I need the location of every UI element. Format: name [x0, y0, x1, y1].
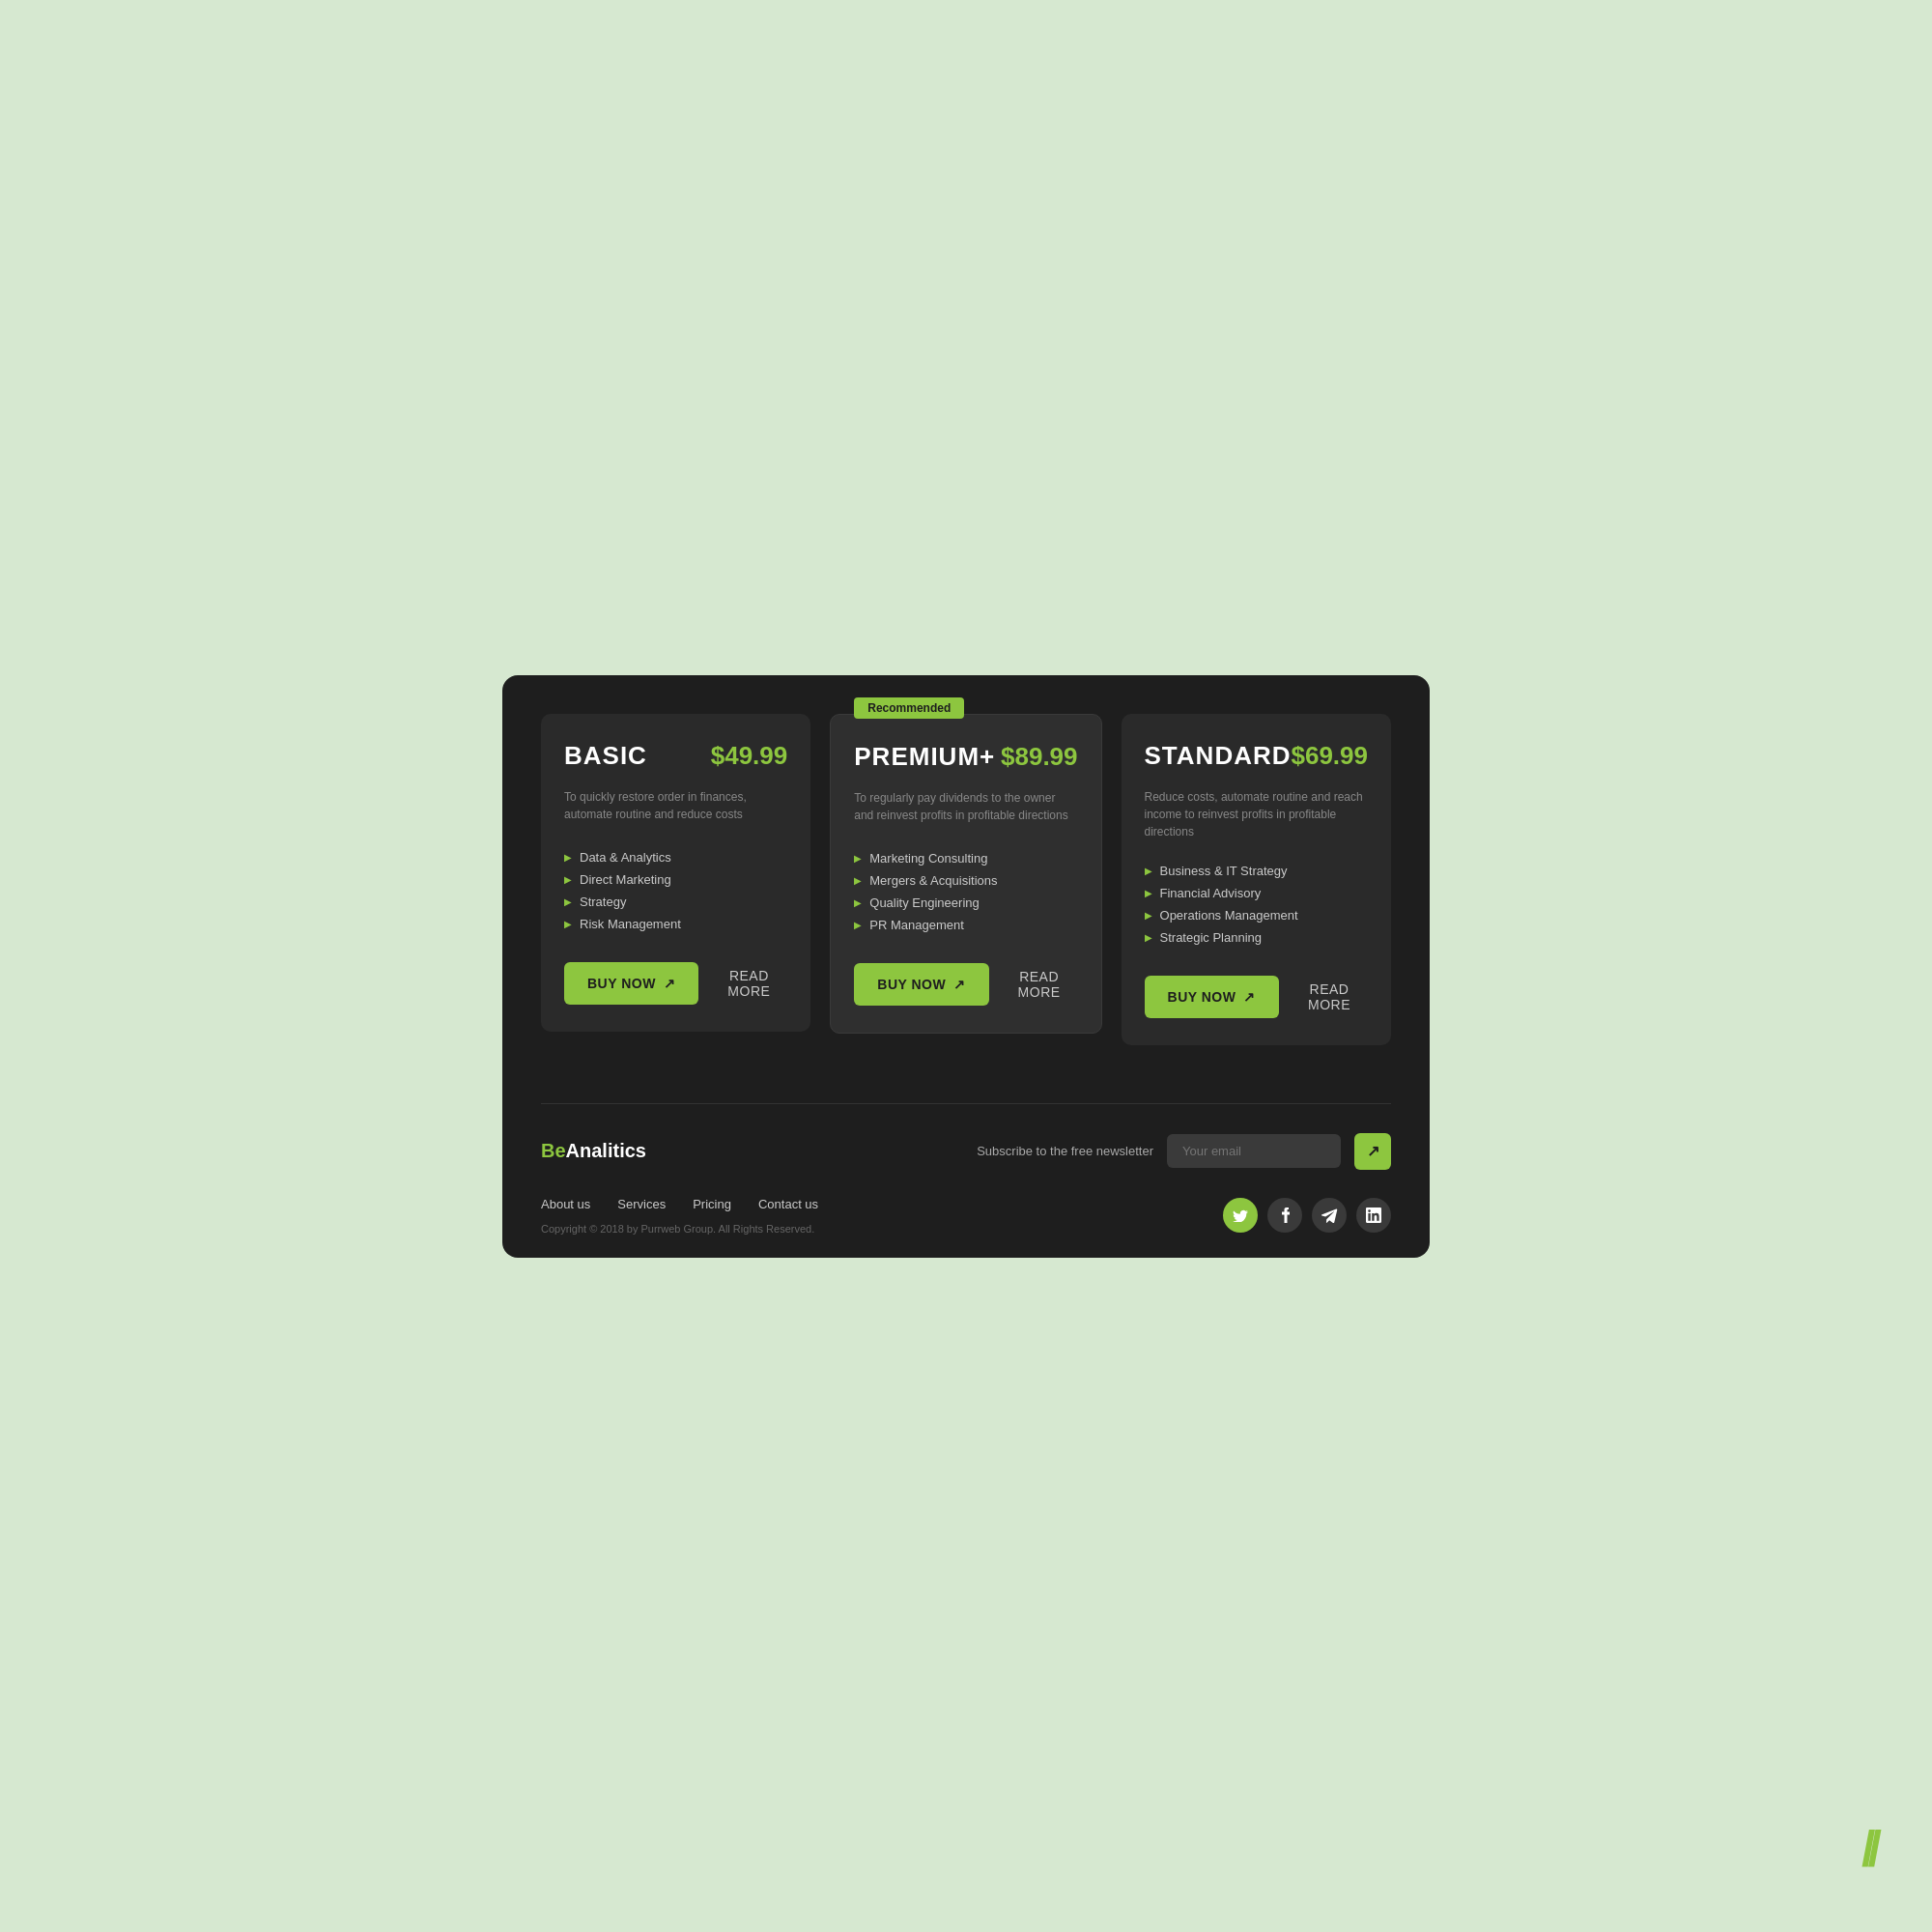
standard-card-header: STANDARD $69.99 — [1145, 741, 1368, 771]
list-item: ▶Strategic Planning — [1145, 926, 1368, 949]
nav-services[interactable]: Services — [617, 1197, 666, 1211]
arrow-icon: ▶ — [1145, 910, 1152, 921]
buy-arrow-icon: ↗ — [1243, 989, 1256, 1005]
premium-card-actions: BUY NOW ↗ READ MORE — [854, 963, 1077, 1006]
basic-plan-description: To quickly restore order in finances, au… — [564, 788, 787, 827]
basic-buy-button[interactable]: BUY NOW ↗ — [564, 962, 698, 1005]
arrow-icon: ▶ — [854, 875, 862, 886]
basic-plan-price: $49.99 — [711, 741, 788, 771]
list-item: ▶Direct Marketing — [564, 868, 787, 891]
basic-card: BASIC $49.99 To quickly restore order in… — [541, 714, 810, 1032]
basic-plan-name: BASIC — [564, 741, 647, 771]
arrow-icon: ▶ — [564, 852, 572, 863]
standard-feature-list: ▶Business & IT Strategy ▶Financial Advis… — [1145, 860, 1368, 949]
premium-plan-name: PREMIUM+ — [854, 742, 995, 772]
brand-logo: BeAnalitics — [541, 1140, 646, 1162]
newsletter-submit-button[interactable]: ↗ — [1354, 1133, 1391, 1170]
premium-card: Recommended PREMIUM+ $89.99 To regularly… — [830, 714, 1101, 1034]
facebook-icon[interactable] — [1267, 1198, 1302, 1233]
main-container: BASIC $49.99 To quickly restore order in… — [502, 675, 1430, 1258]
standard-buy-button[interactable]: BUY NOW ↗ — [1145, 976, 1279, 1018]
footer-left: About us Services Pricing Contact us Cop… — [541, 1197, 818, 1235]
list-item: ▶Marketing Consulting — [854, 847, 1077, 869]
arrow-icon: ▶ — [854, 897, 862, 908]
arrow-icon: ▶ — [1145, 932, 1152, 943]
arrow-icon: ▶ — [564, 874, 572, 885]
standard-card-actions: BUY NOW ↗ READ MORE — [1145, 976, 1368, 1018]
basic-card-actions: BUY NOW ↗ READ MORE — [564, 962, 787, 1005]
arrow-icon: ▶ — [854, 853, 862, 864]
telegram-icon[interactable] — [1312, 1198, 1347, 1233]
footer-nav: About us Services Pricing Contact us — [541, 1197, 818, 1211]
premium-plan-description: To regularly pay dividends to the owner … — [854, 789, 1077, 828]
brand-analitics: Analitics — [566, 1140, 646, 1161]
list-item: ▶PR Management — [854, 914, 1077, 936]
brand-be: Be — [541, 1140, 566, 1161]
standard-plan-price: $69.99 — [1291, 741, 1368, 771]
linkedin-icon[interactable] — [1356, 1198, 1391, 1233]
footer-bottom: About us Services Pricing Contact us Cop… — [541, 1197, 1391, 1235]
buy-arrow-icon: ↗ — [953, 977, 966, 992]
list-item: ▶Data & Analytics — [564, 846, 787, 868]
list-item: ▶Strategy — [564, 891, 787, 913]
arrow-icon: ▶ — [1145, 888, 1152, 898]
list-item: ▶Business & IT Strategy — [1145, 860, 1368, 882]
list-item: ▶Operations Management — [1145, 904, 1368, 926]
pricing-section: BASIC $49.99 To quickly restore order in… — [541, 714, 1391, 1045]
premium-feature-list: ▶Marketing Consulting ▶Mergers & Acquisi… — [854, 847, 1077, 936]
standard-read-more-button[interactable]: READ MORE — [1291, 981, 1368, 1012]
twitter-icon[interactable] — [1223, 1198, 1258, 1233]
standard-plan-description: Reduce costs, automate routine and reach… — [1145, 788, 1368, 840]
list-item: ▶Risk Management — [564, 913, 787, 935]
nav-contact-us[interactable]: Contact us — [758, 1197, 818, 1211]
newsletter-label: Subscribe to the free newsletter — [977, 1144, 1153, 1158]
basic-card-header: BASIC $49.99 — [564, 741, 787, 771]
newsletter-input[interactable] — [1167, 1134, 1341, 1168]
footer-top: BeAnalitics Subscribe to the free newsle… — [541, 1133, 1391, 1170]
copyright-text: Copyright © 2018 by Purrweb Group. All R… — [541, 1223, 818, 1235]
arrow-icon: ▶ — [1145, 866, 1152, 876]
footer: BeAnalitics Subscribe to the free newsle… — [541, 1103, 1391, 1258]
nav-about-us[interactable]: About us — [541, 1197, 590, 1211]
recommended-badge: Recommended — [854, 697, 964, 719]
premium-plan-price: $89.99 — [1001, 742, 1078, 772]
standard-card: STANDARD $69.99 Reduce costs, automate r… — [1122, 714, 1391, 1045]
nav-pricing[interactable]: Pricing — [693, 1197, 731, 1211]
standard-plan-name: STANDARD — [1145, 741, 1292, 771]
arrow-icon: ▶ — [564, 896, 572, 907]
list-item: ▶Quality Engineering — [854, 892, 1077, 914]
basic-read-more-button[interactable]: READ MORE — [710, 968, 787, 999]
premium-read-more-button[interactable]: READ MORE — [1001, 969, 1078, 1000]
buy-arrow-icon: ↗ — [664, 976, 676, 991]
list-item: ▶Mergers & Acquisitions — [854, 869, 1077, 892]
basic-feature-list: ▶Data & Analytics ▶Direct Marketing ▶Str… — [564, 846, 787, 935]
social-icons — [1223, 1198, 1391, 1233]
arrow-icon: ▶ — [564, 919, 572, 929]
premium-buy-button[interactable]: BUY NOW ↗ — [854, 963, 988, 1006]
premium-card-header: PREMIUM+ $89.99 — [854, 742, 1077, 772]
list-item: ▶Financial Advisory — [1145, 882, 1368, 904]
decorative-slashes: // — [1861, 1824, 1874, 1874]
newsletter-section: Subscribe to the free newsletter ↗ — [977, 1133, 1391, 1170]
arrow-icon: ▶ — [854, 920, 862, 930]
